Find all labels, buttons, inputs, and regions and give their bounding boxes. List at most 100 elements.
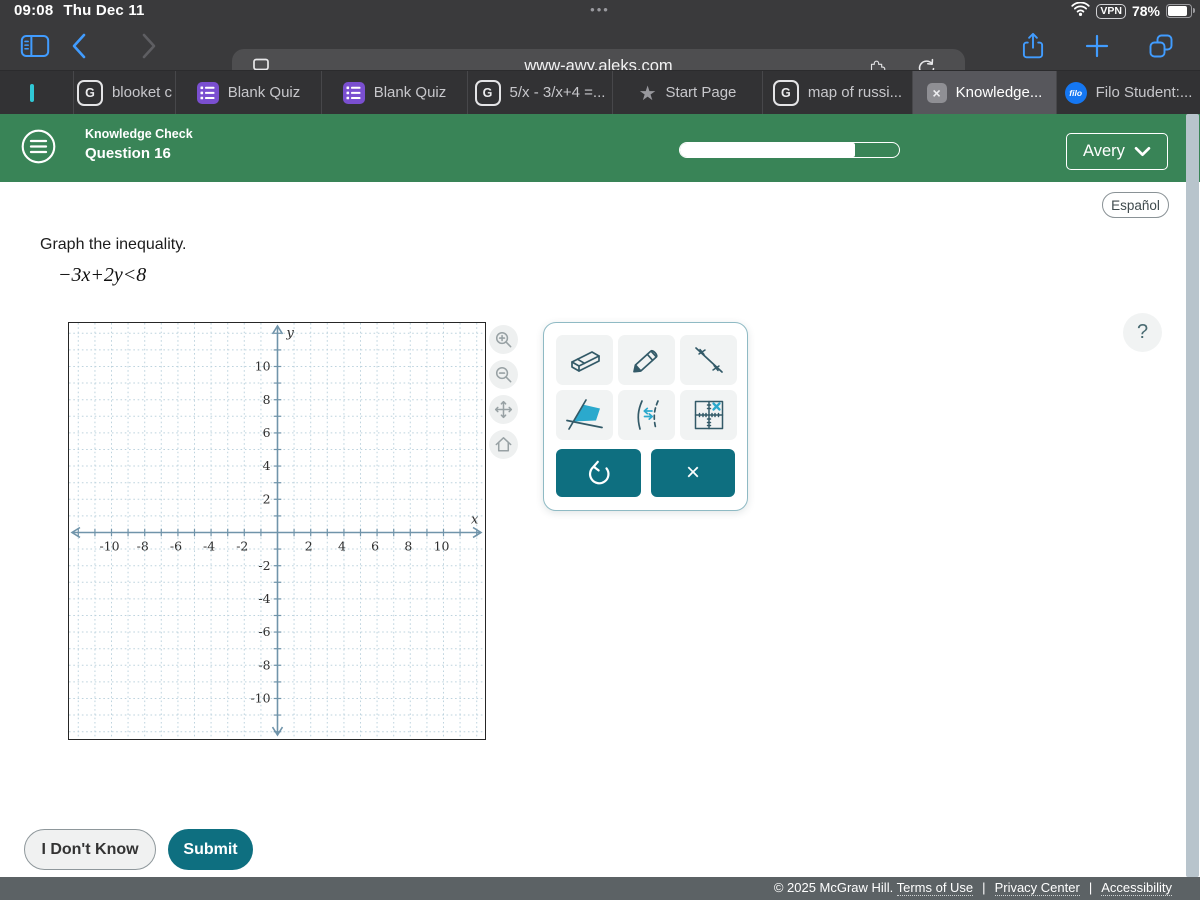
svg-text:-8: -8 — [137, 538, 149, 553]
coordinate-plane[interactable]: -10 -10 -8 -8 -6 -6 -4 -4 -2 -2 2 2 4 4 6 6 8 8 10 10 y x — [69, 323, 484, 738]
section-label: Knowledge Check — [85, 127, 193, 141]
sidebar-toggle-button[interactable] — [18, 30, 52, 62]
student-name: Avery — [1083, 142, 1125, 160]
undo-arrow-icon — [588, 460, 609, 485]
pencil-tool-button[interactable] — [618, 335, 675, 385]
svg-text:-4: -4 — [258, 591, 270, 606]
hamburger-menu-button[interactable] — [20, 128, 57, 170]
svg-text:-10: -10 — [99, 538, 119, 553]
star-icon: ★ — [638, 80, 657, 105]
half-plane-fill-tool-button[interactable] — [556, 390, 613, 440]
submit-button[interactable]: Submit — [168, 829, 253, 870]
wifi-icon — [1071, 1, 1091, 21]
tab-label: Start Page — [665, 84, 737, 101]
svg-text:6: 6 — [371, 538, 379, 553]
battery-icon — [1166, 4, 1195, 18]
browser-chrome: 09:08 Thu Dec 11 ••• VPN 78% www-awy.ale… — [0, 0, 1200, 114]
tool-palette: × — [543, 322, 748, 511]
tab-overview-dots: ••• — [590, 2, 610, 17]
svg-text:-8: -8 — [258, 657, 270, 672]
tab-label: Filo Student:... — [1095, 84, 1193, 101]
dont-know-button[interactable]: I Don't Know — [24, 829, 156, 870]
tab-label: blooket c — [111, 84, 173, 101]
pinned-tab-indicator — [30, 84, 34, 102]
tabs-overview-icon[interactable] — [1144, 30, 1178, 62]
tab-bar: G blooket c Blank Quiz Blank Quiz G 5/x … — [0, 70, 1200, 114]
google-favicon: G — [76, 79, 103, 106]
svg-text:y: y — [285, 326, 294, 341]
svg-text:-6: -6 — [170, 538, 182, 553]
google-favicon: G — [474, 79, 501, 106]
question-number: Question 16 — [85, 145, 171, 162]
question-prompt: Graph the inequality. — [40, 236, 187, 253]
footer: © 2025 McGraw Hill. Terms of Use | Privacy… — [0, 877, 1200, 900]
svg-text:8: 8 — [263, 392, 271, 407]
inequality-expression: −3x+2y<8 — [58, 264, 147, 286]
filo-favicon: filo — [1064, 81, 1087, 104]
quiz-list-favicon — [196, 81, 219, 104]
pan-move-button[interactable] — [489, 395, 518, 424]
accessibility-link[interactable]: Accessibility — [1101, 880, 1172, 896]
svg-text:8: 8 — [404, 538, 412, 553]
svg-text:-10: -10 — [250, 691, 270, 706]
undo-button[interactable] — [556, 449, 641, 497]
svg-text:10: 10 — [434, 538, 450, 553]
svg-text:4: 4 — [263, 458, 271, 473]
eraser-tool-button[interactable] — [556, 335, 613, 385]
battery-percent: 78% — [1131, 3, 1160, 19]
tab-knowledge-active[interactable]: × Knowledge... — [912, 71, 1056, 114]
tab-pinned-sliver[interactable] — [0, 71, 73, 114]
solid-dash-toggle-tool-button[interactable] — [618, 390, 675, 440]
graph-zoom-controls — [489, 325, 518, 459]
tab-label: Knowledge... — [955, 84, 1043, 101]
tab-blank-quiz-2[interactable]: Blank Quiz — [321, 71, 467, 114]
aleks-header: Knowledge Check Question 16 Avery — [0, 114, 1200, 182]
tab-blooket[interactable]: G blooket c — [73, 71, 175, 114]
zoom-in-button[interactable] — [489, 325, 518, 354]
share-icon[interactable] — [1016, 30, 1050, 62]
footer-divider: | — [982, 880, 986, 895]
privacy-center-link[interactable]: Privacy Center — [994, 880, 1080, 896]
quiz-list-favicon — [342, 81, 365, 104]
tab-label: Blank Quiz — [227, 84, 301, 101]
delete-selection-button[interactable]: × — [651, 449, 735, 497]
student-menu-button[interactable]: Avery — [1066, 133, 1168, 170]
svg-text:-2: -2 — [258, 558, 270, 573]
zoom-out-button[interactable] — [489, 360, 518, 389]
svg-text:-2: -2 — [236, 538, 248, 553]
language-toggle-button[interactable]: Español — [1102, 192, 1169, 218]
svg-text:4: 4 — [338, 538, 346, 553]
safari-toolbar: www-awy.aleks.com — [0, 22, 1200, 86]
screen: 09:08 Thu Dec 11 ••• VPN 78% www-awy.ale… — [0, 0, 1200, 900]
back-button[interactable] — [62, 30, 96, 62]
tab-map[interactable]: G map of russi... — [762, 71, 912, 114]
graph-canvas[interactable]: -10 -10 -8 -8 -6 -6 -4 -4 -2 -2 2 2 4 4 6 6 8 8 10 10 y x — [68, 322, 486, 740]
copyright-text: © 2025 McGraw Hill. — [773, 880, 894, 895]
line-tool-button[interactable] — [680, 335, 737, 385]
svg-text:10: 10 — [255, 359, 271, 374]
status-right: VPN 78% — [1071, 1, 1195, 21]
footer-divider: | — [1088, 880, 1093, 895]
scrollbar[interactable] — [1186, 114, 1199, 877]
close-favicon: × — [926, 82, 947, 103]
tab-filo-student[interactable]: filo Filo Student:... — [1056, 71, 1200, 114]
tab-blank-quiz-1[interactable]: Blank Quiz — [175, 71, 321, 114]
svg-text:-6: -6 — [258, 624, 270, 639]
tool-grid — [556, 335, 737, 440]
terms-of-use-link[interactable]: Terms of Use — [896, 880, 974, 896]
google-favicon: G — [772, 79, 799, 106]
new-tab-plus-icon[interactable] — [1080, 30, 1114, 62]
tab-label: 5/x - 3/x+4 =... — [509, 84, 606, 101]
svg-text:2: 2 — [305, 538, 313, 553]
forward-button[interactable] — [132, 30, 166, 62]
home-view-button[interactable] — [489, 430, 518, 459]
clear-graph-tool-button[interactable] — [680, 390, 737, 440]
svg-text:x: x — [471, 513, 479, 528]
tab-start-page[interactable]: ★ Start Page — [612, 71, 762, 114]
palette-actions: × — [556, 449, 735, 497]
help-button[interactable]: ? — [1123, 313, 1162, 352]
header-titles: Knowledge Check Question 16 — [85, 127, 193, 162]
progress-bar — [679, 142, 900, 158]
tab-math-expression[interactable]: G 5/x - 3/x+4 =... — [467, 71, 612, 114]
status-bar: 09:08 Thu Dec 11 ••• VPN 78% — [0, 0, 1200, 22]
